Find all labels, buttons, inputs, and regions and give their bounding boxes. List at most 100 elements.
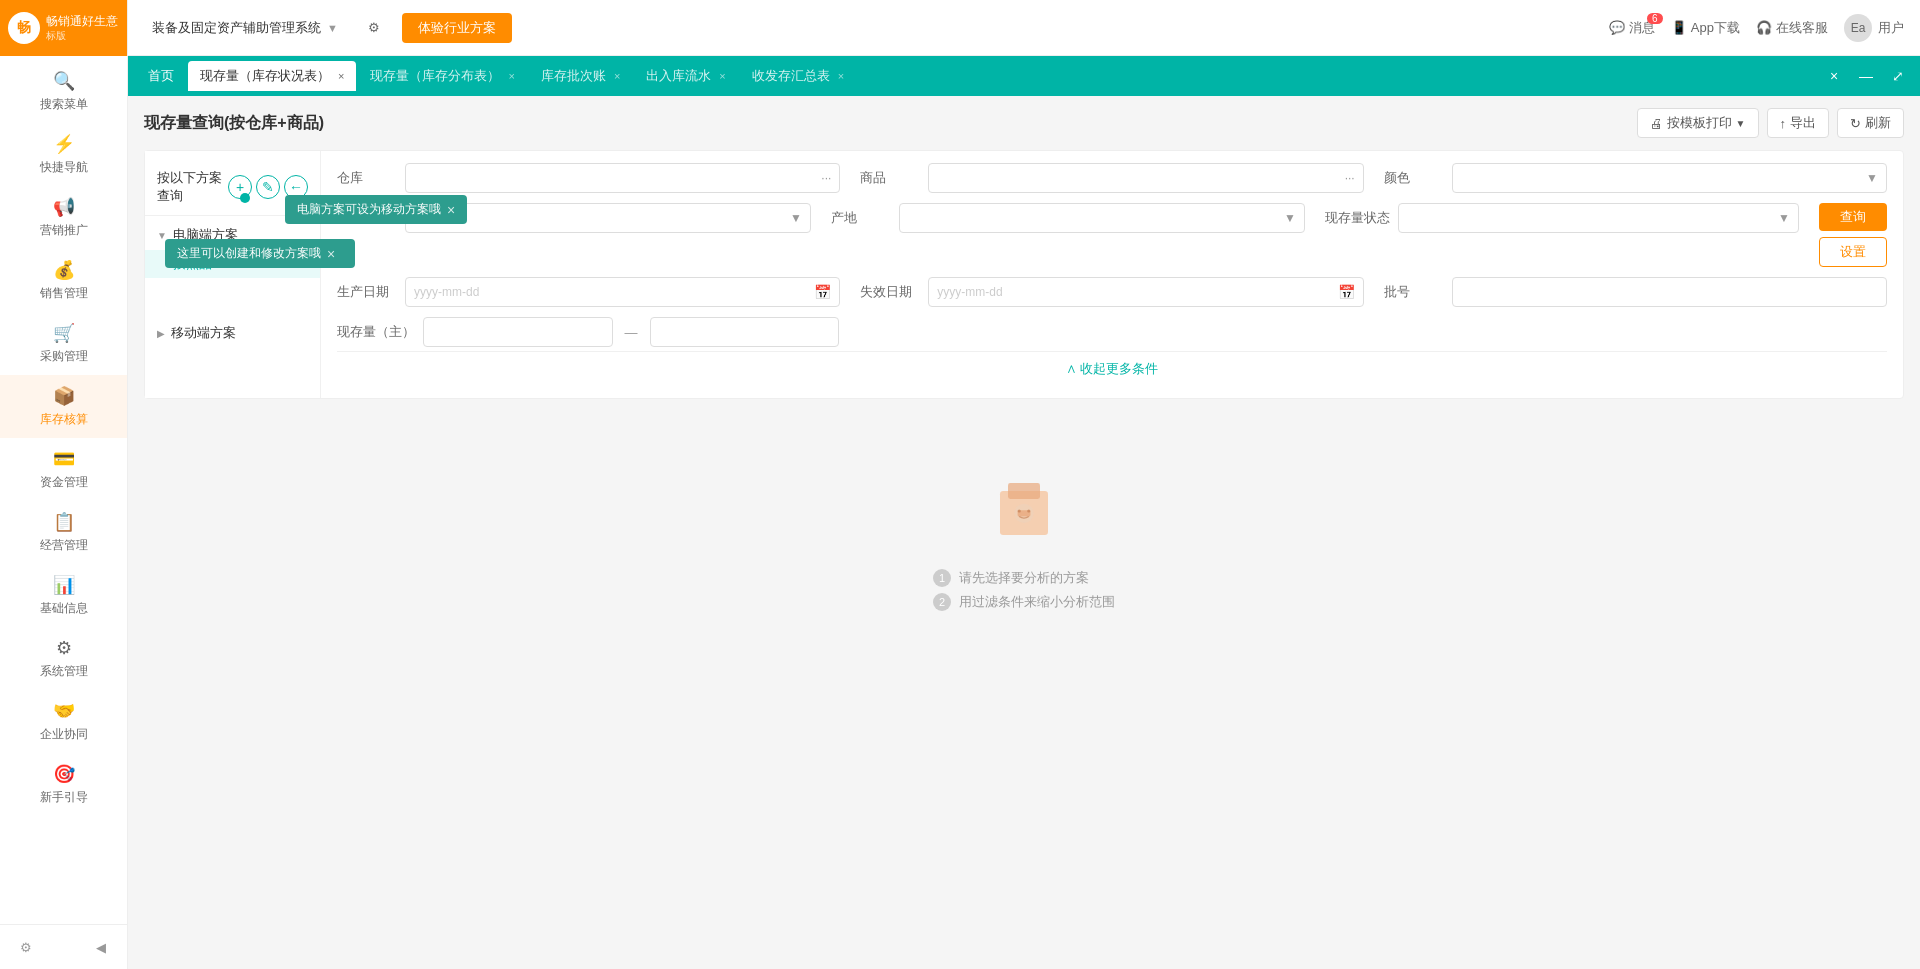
svg-rect-1 — [1008, 483, 1040, 499]
filter-panel: 按以下方案查询 + ✎ ← 电脑方案可设为移动方案哦 × — [144, 150, 1904, 399]
main-area: 装备及固定资产辅助管理系统 ▼ ⚙ 体验行业方案 💬 消息 6 📱 App下载 … — [128, 0, 1920, 969]
stock-status-field: 现存量状态 ▼ — [1325, 203, 1799, 233]
sidebar-item-enterprise[interactable]: 🤝 企业协同 — [0, 690, 127, 753]
warehouse-label: 仓库 — [337, 169, 397, 187]
query-btn[interactable]: 查询 — [1819, 203, 1887, 231]
tab-stock-batch[interactable]: 库存批次账 × — [529, 61, 632, 91]
system-selector[interactable]: 装备及固定资产辅助管理系统 ▼ — [144, 15, 346, 41]
sidebar-item-stock[interactable]: 📦 库存核算 — [0, 375, 127, 438]
app-logo: 畅 畅销通好生意 标版 — [0, 0, 127, 56]
sidebar-item-finance[interactable]: 💳 资金管理 — [0, 438, 127, 501]
origin-label: 产地 — [831, 209, 891, 227]
avatar: Ea — [1844, 14, 1872, 42]
tab-close-stock-batch[interactable]: × — [614, 70, 620, 82]
empty-step-1: 1 请先选择要分析的方案 — [933, 569, 1115, 587]
origin-chevron-icon: ▼ — [1284, 211, 1296, 225]
tab-stock-status[interactable]: 现存量（库存状况表） × — [188, 61, 356, 91]
sidebar-item-marketing[interactable]: 📢 营销推广 — [0, 186, 127, 249]
expire-date-calendar-icon: 📅 — [1338, 284, 1355, 300]
expire-date-input[interactable]: yyyy-mm-dd 📅 — [928, 277, 1363, 307]
origin-select[interactable]: ▼ — [899, 203, 1305, 233]
stock-qty-max-input[interactable] — [650, 317, 840, 347]
tab-home[interactable]: 首页 — [136, 61, 186, 91]
phone-icon: 📱 — [1671, 20, 1687, 35]
enterprise-icon: 🤝 — [53, 700, 75, 722]
stock-status-select[interactable]: ▼ — [1398, 203, 1799, 233]
batch-input[interactable] — [1452, 277, 1887, 307]
goods-field: 商品 ··· — [860, 163, 1363, 193]
collapse-sidebar-btn[interactable]: ◀ — [83, 933, 119, 961]
tab-close-all-btn[interactable]: × — [1820, 62, 1848, 90]
guide-icon: 🎯 — [53, 763, 75, 785]
svg-point-5 — [1027, 509, 1030, 512]
settings-gear-btn[interactable]: ⚙ — [358, 12, 390, 44]
export-btn[interactable]: ↑ 导出 — [1767, 108, 1830, 138]
highlight-dot-1 — [240, 193, 250, 203]
filter-row-1: 仓库 ··· 商品 ··· 颜色 — [337, 163, 1887, 193]
search-icon: 🔍 — [53, 70, 75, 92]
empty-state: 1 请先选择要分析的方案 2 用过滤条件来缩小分析范围 — [144, 407, 1904, 677]
user-profile[interactable]: Ea 用户 — [1844, 14, 1904, 42]
tab-close-stock-dist[interactable]: × — [508, 70, 514, 82]
tab-maximize-btn[interactable]: ⤢ — [1884, 62, 1912, 90]
page-actions: 🖨 按模板打印 ▼ ↑ 导出 ↻ 刷新 — [1637, 108, 1904, 138]
base-icon: 📊 — [53, 574, 75, 596]
sidebar-item-guide[interactable]: 🎯 新手引导 — [0, 753, 127, 816]
chevron-down-icon: ▼ — [327, 22, 338, 34]
tab-minimize-btn[interactable]: — — [1852, 62, 1880, 90]
edit-scheme-btn[interactable]: ✎ — [256, 175, 280, 199]
sidebar-item-system[interactable]: ⚙ 系统管理 — [0, 627, 127, 690]
tab-close-stock-inout[interactable]: × — [719, 70, 725, 82]
collapse-filter-btn[interactable]: ∧ 收起更多条件 — [337, 351, 1887, 386]
system-icon: ⚙ — [56, 637, 72, 659]
filter-row-3: 生产日期 yyyy-mm-dd 📅 失效日期 yyyy-mm-dd 📅 — [337, 277, 1887, 307]
color-field: 颜色 ▼ — [1384, 163, 1887, 193]
sidebar-item-operation[interactable]: 📋 经营管理 — [0, 501, 127, 564]
origin-field: 产地 ▼ — [831, 203, 1305, 233]
export-icon: ↑ — [1780, 116, 1787, 131]
sidebar-item-base[interactable]: 📊 基础信息 — [0, 564, 127, 627]
tooltip2-close-btn[interactable]: × — [327, 246, 335, 262]
top-header: 装备及固定资产辅助管理系统 ▼ ⚙ 体验行业方案 💬 消息 6 📱 App下载 … — [128, 0, 1920, 56]
tree-mobile-section[interactable]: ▶ 移动端方案 — [145, 318, 320, 348]
tab-stock-collect[interactable]: 收发存汇总表 × — [740, 61, 856, 91]
online-service-action[interactable]: 🎧 在线客服 — [1756, 19, 1828, 37]
sidebar: 畅 畅销通好生意 标版 🔍 搜索菜单 ⚡ 快捷导航 📢 营销推广 💰 销售管理 … — [0, 0, 128, 969]
stock-qty-field: 现存量（主） — — [337, 317, 839, 347]
sidebar-item-sales[interactable]: 💰 销售管理 — [0, 249, 127, 312]
operation-icon: 📋 — [53, 511, 75, 533]
stock-status-chevron-icon: ▼ — [1778, 211, 1790, 225]
print-btn[interactable]: 🖨 按模板打印 ▼ — [1637, 108, 1759, 138]
tab-close-stock-collect[interactable]: × — [838, 70, 844, 82]
refresh-btn[interactable]: ↻ 刷新 — [1837, 108, 1904, 138]
goods-label: 商品 — [860, 169, 920, 187]
sidebar-item-quick-nav[interactable]: ⚡ 快捷导航 — [0, 123, 127, 186]
sidebar-item-purchase[interactable]: 🛒 采购管理 — [0, 312, 127, 375]
refresh-icon: ↻ — [1850, 116, 1861, 131]
warehouse-select[interactable]: ··· — [405, 163, 840, 193]
tab-close-stock-status[interactable]: × — [338, 70, 344, 82]
tooltip1-close-btn[interactable]: × — [447, 202, 455, 218]
sales-icon: 💰 — [53, 259, 75, 281]
empty-steps-list: 1 请先选择要分析的方案 2 用过滤条件来缩小分析范围 — [933, 563, 1115, 617]
trial-button[interactable]: 体验行业方案 — [402, 13, 512, 43]
settings-btn[interactable]: ⚙ — [8, 933, 44, 961]
sidebar-item-search[interactable]: 🔍 搜索菜单 — [0, 60, 127, 123]
tooltip-scheme-mobile: 电脑方案可设为移动方案哦 × — [285, 195, 467, 224]
filter-row-2-wrapper: 尺码 ▼ 产地 ▼ — [337, 203, 1887, 267]
purchase-icon: 🛒 — [53, 322, 75, 344]
goods-select[interactable]: ··· — [928, 163, 1363, 193]
stock-qty-min-input[interactable] — [423, 317, 613, 347]
headset-icon: 🎧 — [1756, 20, 1772, 35]
tab-stock-inout[interactable]: 出入库流水 × — [634, 61, 737, 91]
color-select[interactable]: ▼ — [1452, 163, 1887, 193]
color-label: 颜色 — [1384, 169, 1444, 187]
sidebar-nav: 🔍 搜索菜单 ⚡ 快捷导航 📢 营销推广 💰 销售管理 🛒 采购管理 📦 库存核… — [0, 56, 127, 924]
logo-icon: 畅 — [8, 12, 40, 44]
tab-stock-dist[interactable]: 现存量（库存分布表） × — [358, 61, 526, 91]
app-download-action[interactable]: 📱 App下载 — [1671, 19, 1740, 37]
message-action[interactable]: 💬 消息 6 — [1609, 19, 1655, 37]
reset-btn[interactable]: 设置 — [1819, 237, 1887, 267]
prod-date-input[interactable]: yyyy-mm-dd 📅 — [405, 277, 840, 307]
content-area: 现存量查询(按仓库+商品) 🖨 按模板打印 ▼ ↑ 导出 ↻ 刷新 — [128, 96, 1920, 969]
